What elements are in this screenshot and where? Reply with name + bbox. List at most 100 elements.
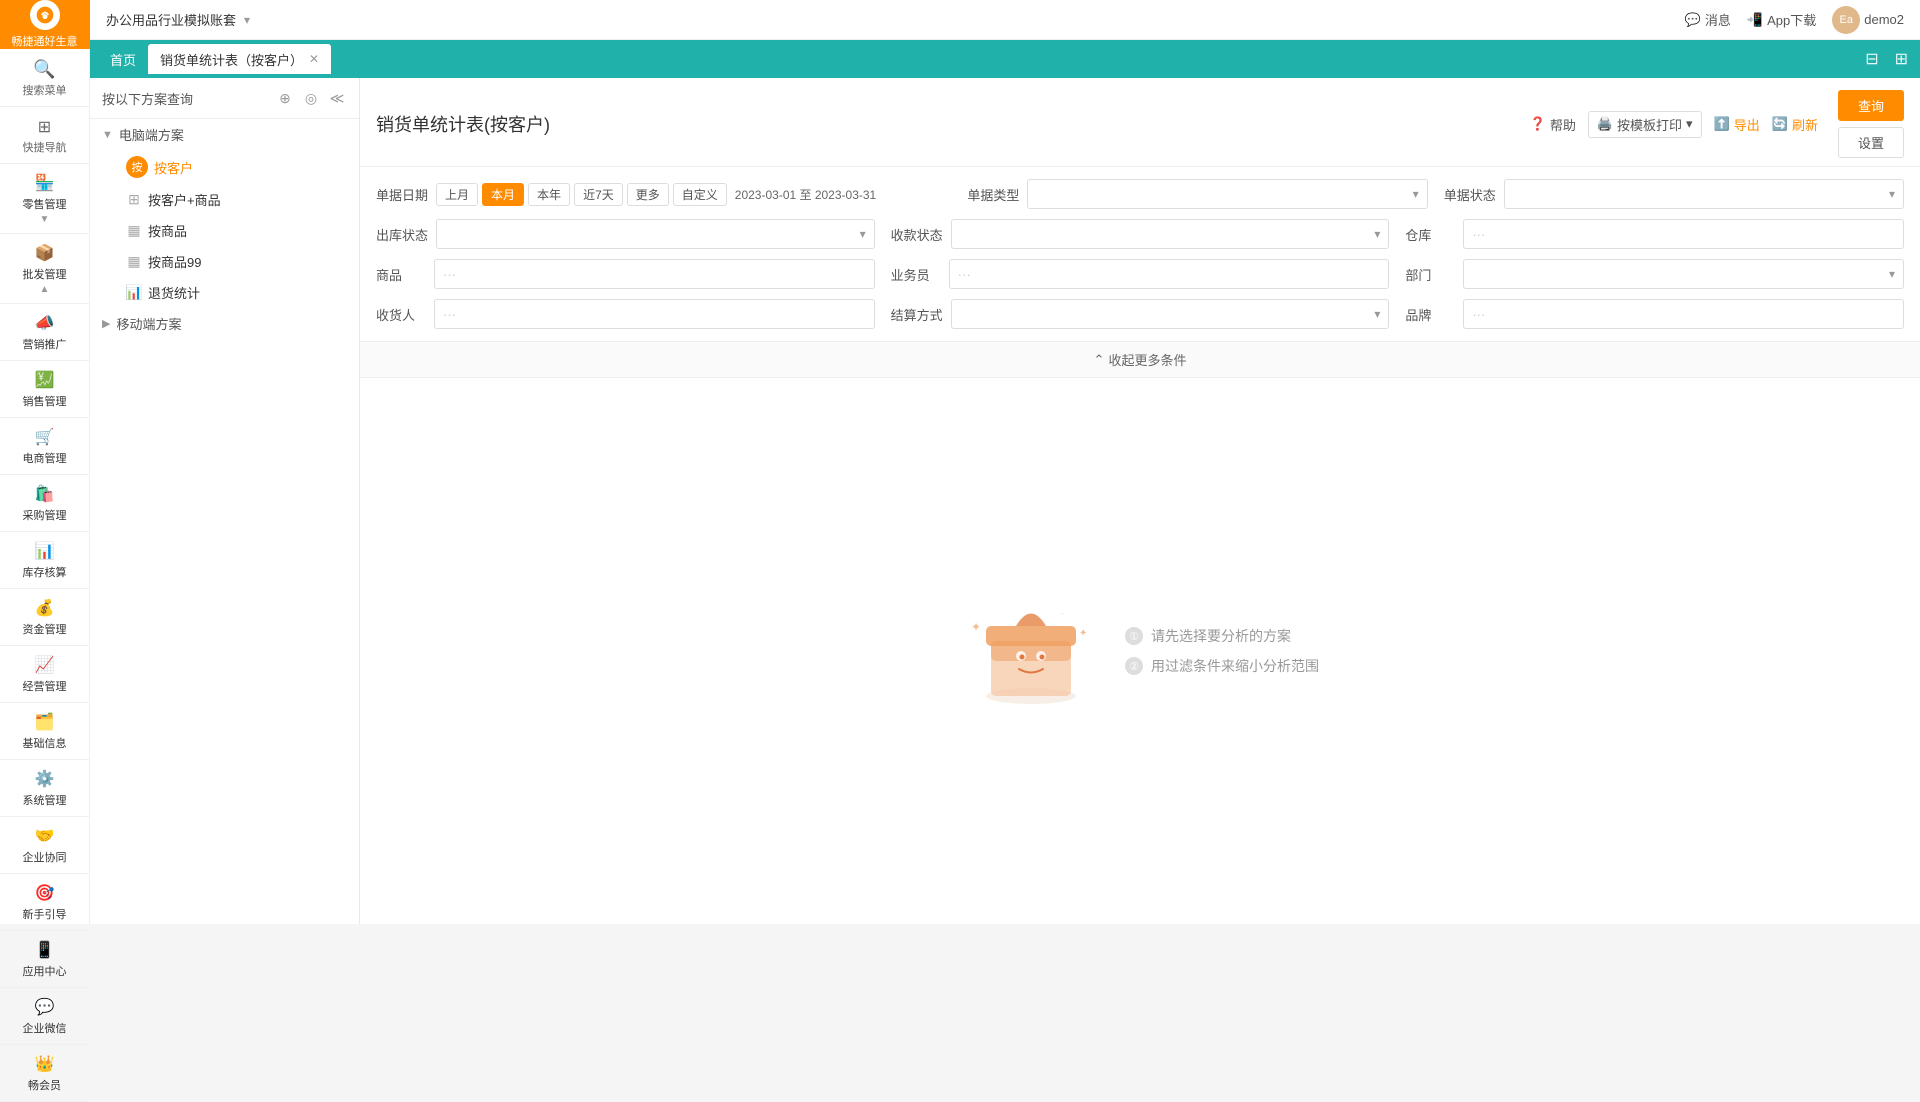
action-col: 查询 设置 bbox=[1838, 90, 1904, 158]
hint-text-2: 用过滤条件来缩小分析范围 bbox=[1151, 656, 1319, 676]
retail-icon: 🏪 bbox=[34, 172, 56, 194]
finance-icon: 💰 bbox=[34, 597, 56, 619]
date-control: 上月 本月 本年 近7天 更多 自定义 2023-03-01 至 2023-03… bbox=[436, 183, 951, 206]
date-btn-custom[interactable]: 自定义 bbox=[673, 183, 727, 206]
edit-scheme-icon[interactable]: ◎ bbox=[301, 88, 321, 108]
date-btn-last-7-days[interactable]: 近7天 bbox=[574, 183, 623, 206]
message-btn[interactable]: 💬 消息 bbox=[1685, 10, 1731, 29]
payment-select[interactable]: ▾ bbox=[951, 299, 1390, 329]
filter-row-1: 单据日期 上月 本月 本年 近7天 更多 自定义 2023-03-01 至 20… bbox=[376, 179, 1904, 209]
by-product-label: 按商品 bbox=[148, 221, 187, 240]
basic-icon: 🗂️ bbox=[34, 711, 56, 733]
recipient-dots: ··· bbox=[443, 307, 456, 322]
sidebar-item-marketing[interactable]: 📣 营销推广 bbox=[0, 304, 90, 361]
main-area: 办公用品行业模拟账套 ▾ 💬 消息 📲 App下载 Ea demo2 首页 bbox=[90, 0, 1920, 924]
out-status-select[interactable]: ▾ bbox=[436, 219, 875, 249]
salesperson-label: 业务员 bbox=[891, 265, 941, 284]
collapse-panel-icon[interactable]: ≪ bbox=[327, 88, 347, 108]
sidebar-item-sales[interactable]: 💹 销售管理 bbox=[0, 361, 90, 418]
newbie-label: 新手引导 bbox=[23, 906, 67, 922]
sidebar-item-newbie[interactable]: 🎯 新手引导 bbox=[0, 874, 90, 931]
marketing-icon: 📣 bbox=[34, 312, 56, 334]
page-content: 按以下方案查询 ⊕ ◎ ≪ ▼ 电脑端方案 按 按客户 ⊞ 按客户+商品 ▦ bbox=[90, 78, 1920, 924]
tab-close-icon[interactable]: ✕ bbox=[309, 52, 319, 66]
filter-salesperson: 业务员 ··· bbox=[891, 259, 1390, 289]
filter-doc-type: 单据类型 ▾ bbox=[967, 179, 1427, 209]
tree-item-by-customer[interactable]: 按 按客户 bbox=[90, 150, 359, 184]
print-icon: 🖨️ bbox=[1597, 116, 1613, 132]
tab-home[interactable]: 首页 bbox=[98, 44, 148, 74]
tree-item-by-product-99[interactable]: ▦ 按商品99 bbox=[90, 246, 359, 277]
collapse-btn[interactable]: ⌃ 收起更多条件 bbox=[1094, 350, 1187, 369]
tree-mobile-category[interactable]: ▶ 移动端方案 bbox=[90, 308, 359, 339]
doc-status-arrow-icon: ▾ bbox=[1889, 187, 1895, 201]
sidebar-item-membership[interactable]: 👑 畅会员 bbox=[0, 1045, 90, 1102]
hint-num-1: ① bbox=[1125, 627, 1143, 645]
sidebar-item-operations[interactable]: 📈 经营管理 bbox=[0, 646, 90, 703]
sidebar-item-enterprise-wechat[interactable]: 💬 企业微信 bbox=[0, 988, 90, 1045]
warehouse-input[interactable]: ··· bbox=[1463, 219, 1904, 249]
brand-label: 品牌 bbox=[1405, 305, 1455, 324]
tree-item-by-product[interactable]: ▦ 按商品 bbox=[90, 215, 359, 246]
tree-item-by-customer-product[interactable]: ⊞ 按客户+商品 bbox=[90, 184, 359, 215]
by-customer-product-label: 按客户+商品 bbox=[148, 190, 221, 209]
product-label: 商品 bbox=[376, 265, 426, 284]
brand-input[interactable]: ··· bbox=[1463, 299, 1904, 329]
export-btn[interactable]: ⬆️ 导出 bbox=[1714, 115, 1760, 134]
salesperson-input[interactable]: ··· bbox=[949, 259, 1390, 289]
app-download-btn[interactable]: 📲 App下载 bbox=[1747, 10, 1816, 29]
app-logo[interactable]: 畅捷通好生意 bbox=[0, 0, 90, 49]
breadcrumb: 办公用品行业模拟账套 bbox=[106, 10, 236, 29]
tab-sales-stat[interactable]: 销货单统计表（按客户） ✕ bbox=[148, 44, 331, 74]
help-btn[interactable]: ❓ 帮助 bbox=[1530, 115, 1576, 134]
date-btn-this-month[interactable]: 本月 bbox=[482, 183, 524, 206]
product-input[interactable]: ··· bbox=[434, 259, 875, 289]
sidebar-item-wholesale[interactable]: 📦 批发管理 ▲ bbox=[0, 234, 90, 304]
add-scheme-icon[interactable]: ⊕ bbox=[275, 88, 295, 108]
date-btn-more[interactable]: 更多 bbox=[627, 183, 669, 206]
template-print-btn[interactable]: 🖨️ 按模板打印 ▾ bbox=[1588, 111, 1702, 138]
warehouse-label: 仓库 bbox=[1405, 225, 1455, 244]
sidebar-item-enterprise[interactable]: 🤝 企业协同 bbox=[0, 817, 90, 874]
sidebar-item-finance[interactable]: 💰 资金管理 bbox=[0, 589, 90, 646]
salesperson-dots: ··· bbox=[958, 267, 971, 282]
product-dots: ··· bbox=[443, 267, 456, 282]
tab-minimize-icon[interactable]: ⊟ bbox=[1861, 47, 1882, 71]
sidebar-item-ecom[interactable]: 🛒 电商管理 bbox=[0, 418, 90, 475]
sidebar-search[interactable]: 🔍 搜索菜单 bbox=[0, 49, 90, 107]
hint-text-1: 请先选择要分析的方案 bbox=[1151, 626, 1291, 646]
receive-status-select[interactable]: ▾ bbox=[951, 219, 1390, 249]
tree-desktop-category[interactable]: ▼ 电脑端方案 bbox=[90, 119, 359, 150]
refresh-btn[interactable]: 🔄 刷新 bbox=[1772, 115, 1818, 134]
sidebar-quick-nav[interactable]: ⊞ 快捷导航 bbox=[0, 107, 90, 164]
sidebar-item-system[interactable]: ⚙️ 系统管理 bbox=[0, 760, 90, 817]
scheme-icon-4: ▦ bbox=[126, 254, 142, 270]
panel-title: 按以下方案查询 bbox=[102, 89, 193, 108]
sidebar-item-purchase[interactable]: 🛍️ 采购管理 bbox=[0, 475, 90, 532]
quick-nav-label: 快捷导航 bbox=[23, 139, 67, 155]
date-range: 2023-03-01 至 2023-03-31 bbox=[735, 186, 876, 203]
query-button[interactable]: 查询 bbox=[1838, 90, 1904, 121]
sidebar-item-basic[interactable]: 🗂️ 基础信息 bbox=[0, 703, 90, 760]
date-group: 上月 本月 本年 近7天 更多 自定义 2023-03-01 至 2023-03… bbox=[436, 183, 876, 206]
tree-item-return-stat[interactable]: 📊 退货统计 bbox=[90, 277, 359, 308]
recipient-input[interactable]: ··· bbox=[434, 299, 875, 329]
receive-status-arrow-icon: ▾ bbox=[1374, 227, 1380, 241]
settings-button[interactable]: 设置 bbox=[1838, 127, 1904, 158]
user-profile-btn[interactable]: Ea demo2 bbox=[1832, 6, 1904, 34]
dept-select[interactable]: ▾ bbox=[1463, 259, 1904, 289]
sidebar-item-inventory[interactable]: 📊 库存核算 bbox=[0, 532, 90, 589]
sidebar-item-retail[interactable]: 🏪 零售管理 ▼ bbox=[0, 164, 90, 234]
date-btn-this-year[interactable]: 本年 bbox=[528, 183, 570, 206]
tab-maximize-icon[interactable]: ⊞ bbox=[1891, 47, 1912, 71]
sidebar-item-appcenter[interactable]: 📱 应用中心 bbox=[0, 931, 90, 988]
sales-icon: 💹 bbox=[34, 369, 56, 391]
date-label: 单据日期 bbox=[376, 185, 428, 204]
export-icon: ⬆️ bbox=[1714, 116, 1730, 132]
date-btn-last-month[interactable]: 上月 bbox=[436, 183, 478, 206]
doc-type-select[interactable]: ▾ bbox=[1027, 179, 1427, 209]
doc-status-select[interactable]: ▾ bbox=[1504, 179, 1904, 209]
breadcrumb-dropdown-icon[interactable]: ▾ bbox=[244, 13, 250, 27]
tree-arrow-desktop: ▼ bbox=[102, 129, 113, 141]
wholesale-icon: 📦 bbox=[34, 242, 56, 264]
